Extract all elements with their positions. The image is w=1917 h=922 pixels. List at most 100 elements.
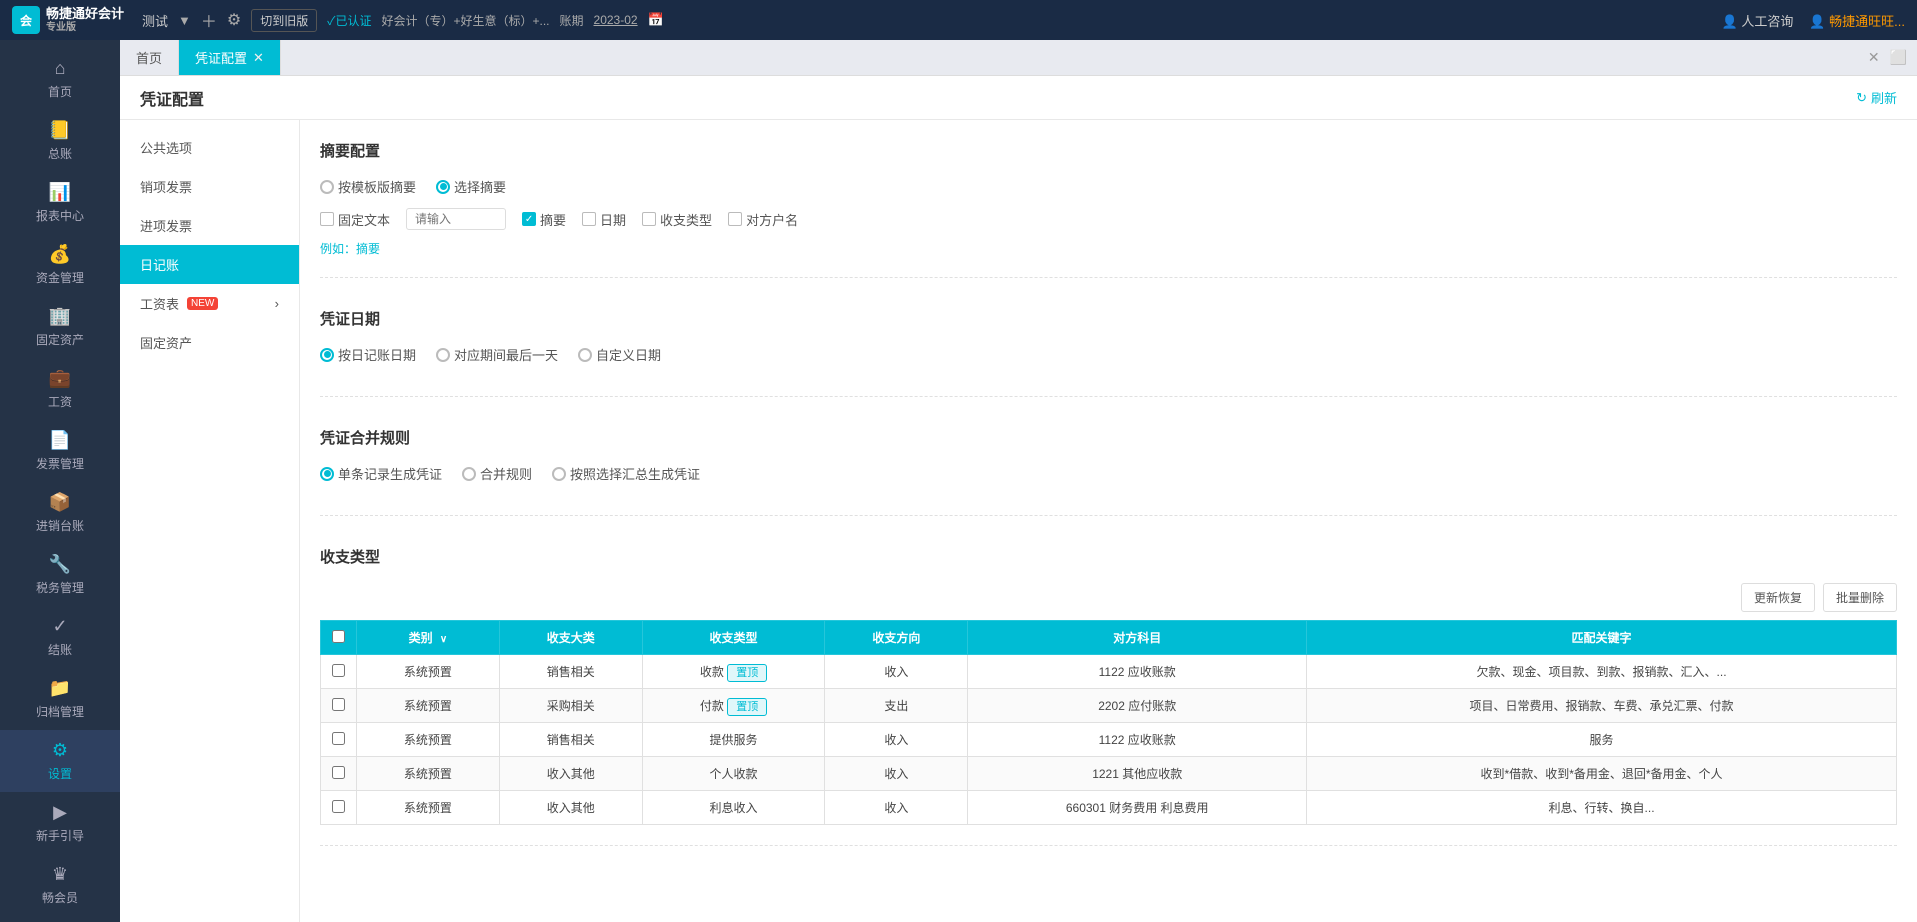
row3-direction: 收入 <box>825 723 968 757</box>
date-title: 凭证日期 <box>320 308 1897 329</box>
row4-checkbox[interactable] <box>321 757 357 791</box>
cb-counterpart[interactable]: 对方户名 <box>728 210 798 229</box>
new-badge: NEW <box>187 297 218 310</box>
row4-keyword: 收到*借款、收到*备用金、退回*备用金、个人 <box>1307 757 1897 791</box>
cb-fixed-text[interactable]: 固定文本 <box>320 210 390 229</box>
sidebar-item-settle[interactable]: ✓ 结账 <box>0 606 120 668</box>
sidebar-item-report[interactable]: 📊 报表中心 <box>0 172 120 234</box>
cb-date-box <box>582 212 596 226</box>
sidebar-item-tax[interactable]: 🔧 税务管理 <box>0 544 120 606</box>
window-maximize-icon[interactable]: ⬜ <box>1890 49 1907 66</box>
cb-payment-type[interactable]: 收支类型 <box>642 210 712 229</box>
row1-major: 销售相关 <box>499 655 642 689</box>
left-nav-purchase-invoice[interactable]: 进项发票 <box>120 206 299 245</box>
tab-voucher-config[interactable]: 凭证配置 ✕ <box>179 40 281 75</box>
row1-type-tag[interactable]: 置顶 <box>727 664 767 682</box>
help-btn[interactable]: 👤 人工咨询 <box>1722 11 1794 30</box>
sidebar-item-ledger[interactable]: 📒 总账 <box>0 110 120 172</box>
logo-icon: 会 <box>12 6 40 34</box>
update-restore-btn[interactable]: 更新恢复 <box>1741 583 1815 612</box>
payment-types-title: 收支类型 <box>320 546 1897 567</box>
sidebar-item-archive[interactable]: 📁 归档管理 <box>0 668 120 730</box>
topbar: 会 畅捷通好会计 专业版 测试 ▼ ＋ ⚙ 切到旧版 ✓已认证 好会计（专）+好… <box>0 0 1917 40</box>
summary-title: 摘要配置 <box>320 140 1897 161</box>
sidebar-label-asset: 固定资产 <box>36 331 84 348</box>
th-account: 对方科目 <box>968 621 1307 655</box>
sidebar-item-payroll[interactable]: 💼 工资 <box>0 358 120 420</box>
refresh-btn[interactable]: ↻ 刷新 <box>1856 88 1897 107</box>
sidebar-label-purchase: 进销台账 <box>36 517 84 534</box>
sidebar-item-guide[interactable]: ▶ 新手引导 <box>0 792 120 854</box>
sidebar-label-guide: 新手引导 <box>36 827 84 844</box>
sidebar-item-fund[interactable]: 💰 资金管理 <box>0 234 120 296</box>
switch-old-btn[interactable]: 切到旧版 <box>251 9 317 32</box>
sidebar-item-settings[interactable]: ⚙ 设置 <box>0 730 120 792</box>
calendar-icon[interactable]: 📅 <box>648 12 664 28</box>
radio-merge-rules[interactable]: 合并规则 <box>462 464 532 483</box>
row1-checkbox[interactable] <box>321 655 357 689</box>
left-nav-public[interactable]: 公共选项 <box>120 128 299 167</box>
row2-category: 系统预置 <box>357 689 500 723</box>
cb-date[interactable]: 日期 <box>582 210 626 229</box>
row2-keyword: 项目、日常费用、报销款、车费、承兑汇票、付款 <box>1307 689 1897 723</box>
th-checkbox[interactable] <box>321 621 357 655</box>
row2-checkbox[interactable] <box>321 689 357 723</box>
refresh-icon: ↻ <box>1856 90 1867 106</box>
main-layout: ⌂ 首页 📒 总账 📊 报表中心 💰 资金管理 🏢 固定资产 💼 工资 📄 发票… <box>0 40 1917 922</box>
sidebar-item-asset[interactable]: 🏢 固定资产 <box>0 296 120 358</box>
help-icon: 👤 <box>1722 14 1738 29</box>
left-nav-sales-invoice[interactable]: 销项发票 <box>120 167 299 206</box>
settings-icon[interactable]: ⚙ <box>227 10 241 30</box>
batch-delete-btn[interactable]: 批量删除 <box>1823 583 1897 612</box>
row3-keyword: 服务 <box>1307 723 1897 757</box>
period-value[interactable]: 2023-02 <box>594 13 638 27</box>
guide-icon: ▶ <box>53 802 67 823</box>
sidebar-item-purchase[interactable]: 📦 进销台账 <box>0 482 120 544</box>
radio-summary-gen[interactable]: 按照选择汇总生成凭证 <box>552 464 700 483</box>
tab-home[interactable]: 首页 <box>120 40 179 75</box>
cb-summary[interactable]: ✓ 摘要 <box>522 210 566 229</box>
sidebar-item-home[interactable]: ⌂ 首页 <box>0 48 120 110</box>
row3-checkbox[interactable] <box>321 723 357 757</box>
add-icon[interactable]: ＋ <box>201 8 217 32</box>
summary-radio-group: 按模板版摘要 选择摘要 <box>320 177 1897 196</box>
sidebar-item-member[interactable]: ♛ 畅会员 <box>0 854 120 916</box>
left-nav-journal[interactable]: 日记账 <box>120 245 299 284</box>
row4-category: 系统预置 <box>357 757 500 791</box>
sidebar-label-fund: 资金管理 <box>36 269 84 286</box>
dropdown-arrow-icon[interactable]: ▼ <box>178 13 191 28</box>
row5-account: 660301 财务费用 利息费用 <box>968 791 1307 825</box>
row5-checkbox[interactable] <box>321 791 357 825</box>
radio-journal-date[interactable]: 按日记账日期 <box>320 345 416 364</box>
left-nav-salary-table[interactable]: 工资表 NEW › <box>120 284 299 323</box>
window-close-icon[interactable]: ✕ <box>1868 49 1880 66</box>
radio-template-icon <box>320 180 334 194</box>
row2-type-tag[interactable]: 置顶 <box>727 698 767 716</box>
left-nav-fixed-assets[interactable]: 固定资产 <box>120 323 299 362</box>
close-voucher-config-tab[interactable]: ✕ <box>253 50 264 66</box>
topbar-center: 测试 ▼ ＋ ⚙ 切到旧版 ✓已认证 好会计（专）+好生意（标）+... 账期 … <box>132 8 1722 32</box>
sidebar-label-payroll: 工资 <box>48 393 72 410</box>
radio-single[interactable]: 单条记录生成凭证 <box>320 464 442 483</box>
purchase-icon: 📦 <box>49 492 71 513</box>
sidebar-label-home: 首页 <box>48 83 72 100</box>
radio-template-summary[interactable]: 按模板版摘要 <box>320 177 416 196</box>
row4-major: 收入其他 <box>499 757 642 791</box>
left-nav: 公共选项 销项发票 进项发票 日记账 工资表 NEW › <box>120 120 300 922</box>
logo-sub: 专业版 <box>46 22 124 34</box>
radio-single-icon <box>320 467 334 481</box>
date-radio-group: 按日记账日期 对应期间最后一天 自定义日期 <box>320 345 1897 364</box>
radio-custom-date[interactable]: 自定义日期 <box>578 345 661 364</box>
user-btn[interactable]: 👤 畅捷通旺旺... <box>1809 11 1905 30</box>
test-label: 测试 <box>142 11 168 30</box>
radio-period-last[interactable]: 对应期间最后一天 <box>436 345 558 364</box>
th-type: 收支类型 <box>642 621 825 655</box>
tabbar: 首页 凭证配置 ✕ ✕ ⬜ <box>120 40 1917 76</box>
table-row: 系统预置 销售相关 收款 置顶 收入 1122 应收账款 欠款、现金、项目款、到… <box>321 655 1897 689</box>
select-all-checkbox[interactable] <box>332 630 345 643</box>
radio-select-summary[interactable]: 选择摘要 <box>436 177 506 196</box>
sidebar-item-invoice-mgmt[interactable]: 📄 发票管理 <box>0 420 120 482</box>
fixed-text-input[interactable] <box>406 208 506 230</box>
row2-account: 2202 应付账款 <box>968 689 1307 723</box>
invoice-mgmt-icon: 📄 <box>49 430 71 451</box>
